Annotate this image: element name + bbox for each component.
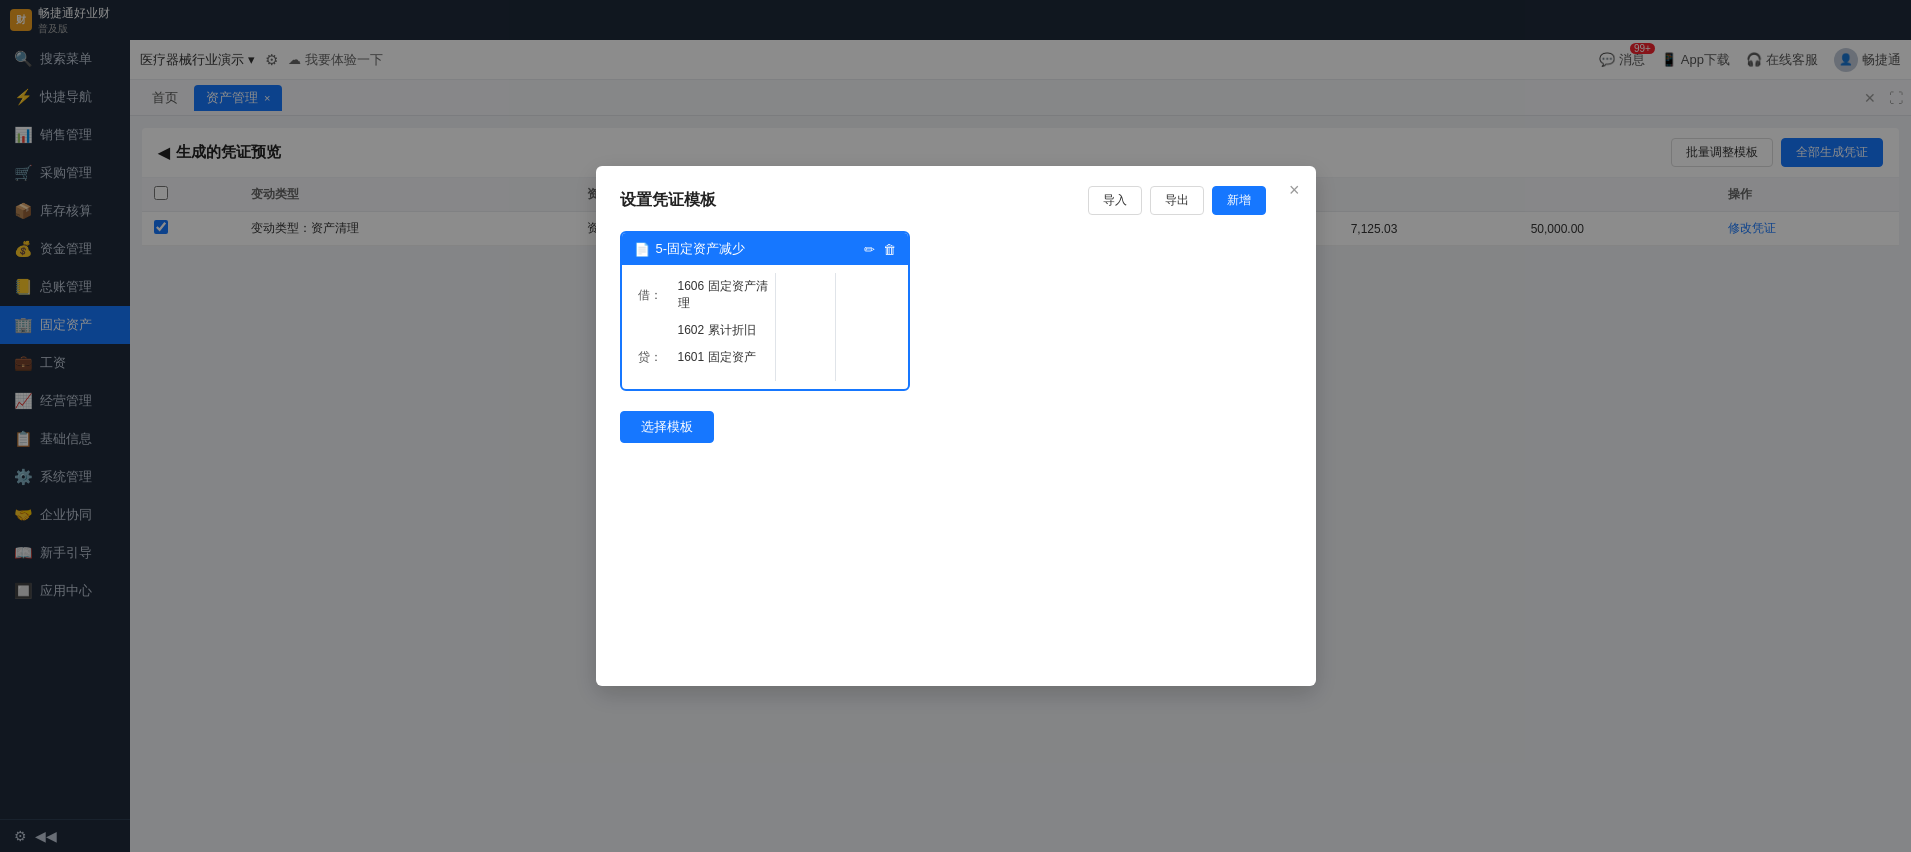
template-row-2: 1602 累计折旧 [634,317,896,344]
template-edit-icon[interactable]: ✏ [864,242,875,257]
row2-side [634,317,674,344]
row3-account: 1601 固定资产 [674,344,776,371]
modal: 设置凭证模板 × 导入 导出 新增 📄 5-固定资产减少 [596,166,1316,686]
row2-account: 1602 累计折旧 [674,317,776,344]
template-name: 5-固定资产减少 [656,240,746,258]
row4-debit [776,371,836,381]
template-delete-icon[interactable]: 🗑 [883,242,896,257]
row1-side: 借： [634,273,674,317]
content-area: 医疗器械行业演示 ▾ ⚙ ☁ 我要体验一下 💬 消息 99+ 📱 [130,40,1911,852]
select-template-container: 选择模板 [620,411,1292,443]
template-doc-icon: 📄 [634,242,650,257]
row1-credit [836,273,896,317]
template-card: 📄 5-固定资产减少 ✏ 🗑 [620,231,910,391]
modal-actions: 导入 导出 新增 [1088,186,1266,215]
template-row-4 [634,371,896,381]
row3-debit [776,344,836,371]
modal-overlay: 设置凭证模板 × 导入 导出 新增 📄 5-固定资产减少 [130,40,1911,852]
row4-account [674,371,776,381]
select-template-btn[interactable]: 选择模板 [620,411,714,443]
template-row-3: 贷： 1601 固定资产 [634,344,896,371]
template-card-header: 📄 5-固定资产减少 ✏ 🗑 [622,233,908,265]
row1-debit [776,273,836,317]
row2-debit [776,317,836,344]
template-rows-table: 借： 1606 固定资产清理 1602 累计折旧 [634,273,896,381]
row1-account: 1606 固定资产清理 [674,273,776,317]
template-card-body: 借： 1606 固定资产清理 1602 累计折旧 [622,265,908,389]
row4-side [634,371,674,381]
template-row-1: 借： 1606 固定资产清理 [634,273,896,317]
import-btn[interactable]: 导入 [1088,186,1142,215]
modal-close-btn[interactable]: × [1289,180,1300,201]
export-btn[interactable]: 导出 [1150,186,1204,215]
row3-side: 贷： [634,344,674,371]
row4-credit [836,371,896,381]
template-card-icons: ✏ 🗑 [864,242,896,257]
row2-credit [836,317,896,344]
row3-credit [836,344,896,371]
new-template-btn[interactable]: 新增 [1212,186,1266,215]
